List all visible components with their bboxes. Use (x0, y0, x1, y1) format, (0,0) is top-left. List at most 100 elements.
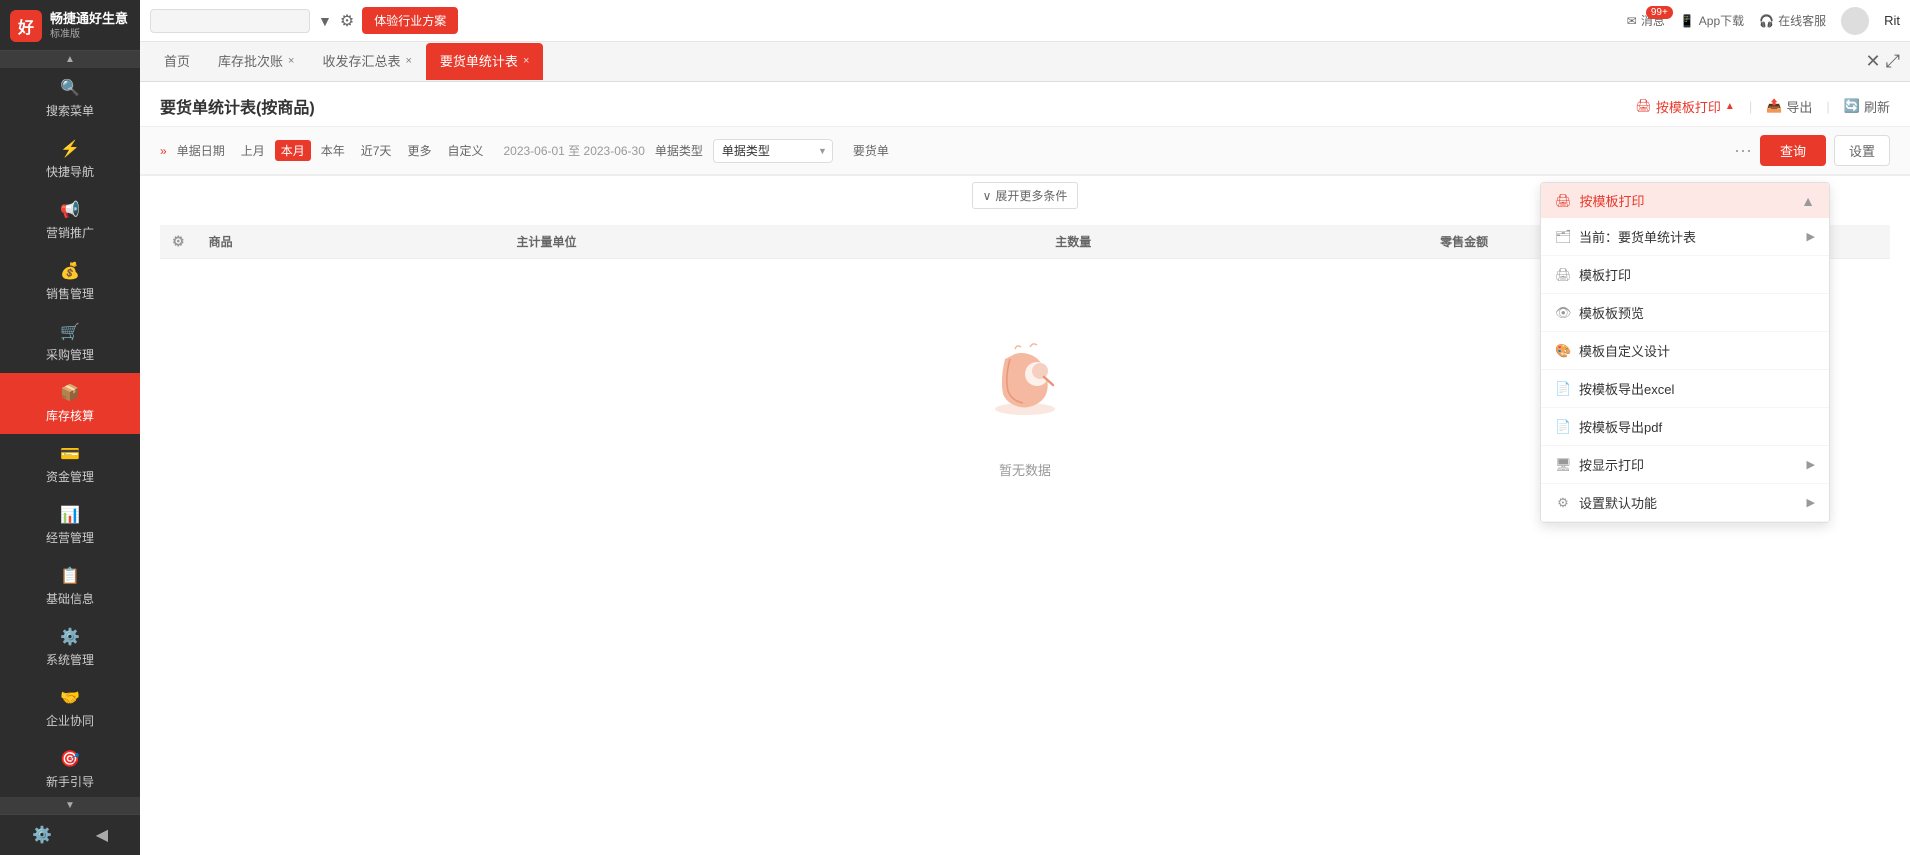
sidebar-settings-button[interactable]: ⚙️ (32, 825, 52, 845)
sidebar-item-basic[interactable]: 📋 基础信息 (0, 556, 140, 617)
sidebar-item-label: 快捷导航 (46, 163, 94, 180)
topbar-search-input[interactable] (150, 9, 310, 33)
dropdown-template-excel[interactable]: 📄 按模板导出excel (1541, 370, 1829, 408)
message-button[interactable]: ✉ 消息 99+ (1627, 12, 1665, 29)
template-preview-label: 模板板预览 (1579, 303, 1644, 322)
app-download-button[interactable]: 📱 App下载 (1680, 12, 1744, 29)
trial-btn[interactable]: 体验行业方案 (362, 7, 458, 34)
col-product-header: 商品 (197, 225, 505, 259)
template-design-label: 模板自定义设计 (1579, 341, 1670, 360)
dropdown-close-button[interactable]: ▲ (1801, 193, 1815, 209)
template-pdf-label: 按模板导出pdf (1579, 417, 1662, 436)
dropdown-template-pdf[interactable]: 📄 按模板导出pdf (1541, 408, 1829, 446)
sidebar-item-label: 采购管理 (46, 346, 94, 363)
sidebar-item-system[interactable]: ⚙️ 系统管理 (0, 617, 140, 678)
sidebar-item-label: 新手引导 (46, 773, 94, 790)
sidebar-collapse-button[interactable]: ◀ (96, 825, 108, 845)
more-options-icon[interactable]: ··· (1734, 140, 1752, 161)
sidebar-item-finance[interactable]: 💳 资金管理 (0, 434, 140, 495)
dropdown-default-setting[interactable]: ⚙ 设置默认功能 ▶ (1541, 484, 1829, 522)
print-dropdown: 🖨 按模板打印 ▲ 🗂 当前：要货单统计表 ▶ 🖨 模板打印 👁 (1540, 182, 1830, 523)
finance-icon: 💳 (60, 444, 80, 464)
print-icon: 🖨 (1635, 98, 1652, 114)
tab-close-button[interactable]: ✕ (1866, 51, 1881, 72)
tab-order-stats-label: 要货单统计表 (440, 51, 518, 70)
empty-icon (975, 329, 1075, 448)
sidebar-item-operation[interactable]: 📊 经营管理 (0, 495, 140, 556)
dropdown-template-print[interactable]: 🖨 模板打印 (1541, 256, 1829, 294)
date-current-month[interactable]: 本月 (275, 140, 311, 161)
settings-button[interactable]: 设置 (1834, 135, 1890, 166)
sidebar-item-sales[interactable]: 💰 销售管理 (0, 251, 140, 312)
app-logo: 好 畅捷通好生意 标准版 (0, 0, 140, 51)
sidebar-item-inventory[interactable]: 📦 库存核算 (0, 373, 140, 434)
avatar[interactable] (1841, 7, 1869, 35)
sidebar-item-label: 营销推广 (46, 224, 94, 241)
sidebar-item-guide[interactable]: 🎯 新手引导 (0, 739, 140, 797)
col-settings-icon[interactable]: ⚙ (172, 233, 185, 249)
printer-icon: 🖨 (1555, 193, 1572, 209)
date-custom[interactable]: 自定义 (441, 140, 489, 161)
tab-receivable-summary[interactable]: 收发存汇总表 × (308, 43, 425, 80)
sidebar-item-marketing[interactable]: 📢 营销推广 (0, 190, 140, 251)
sidebar-item-search[interactable]: 🔍 搜索菜单 (0, 68, 140, 129)
sidebar-item-collab[interactable]: 🤝 企业协同 (0, 678, 140, 739)
refresh-icon: 🔄 (1844, 98, 1860, 114)
query-button[interactable]: 查询 (1760, 135, 1826, 166)
date-last7[interactable]: 近7天 (355, 140, 398, 161)
dropdown-current-template[interactable]: 🗂 当前：要货单统计表 ▶ (1541, 218, 1829, 256)
page-actions: 🖨 按模板打印 ▲ | 📤 导出 | 🔄 刷新 (1635, 97, 1890, 116)
app-name: 畅捷通好生意 (50, 11, 128, 28)
app-download-icon: 📱 (1680, 14, 1695, 28)
export-label: 导出 (1786, 97, 1812, 116)
app-download-label: App下载 (1699, 12, 1744, 29)
dropdown-template-design[interactable]: 🎨 模板自定义设计 (1541, 332, 1829, 370)
tab-inventory-batch[interactable]: 库存批次账 × (204, 43, 308, 80)
tab-receivable-summary-close[interactable]: × (405, 55, 411, 67)
logo-icon: 好 (10, 10, 42, 42)
topbar-gear-button[interactable]: ⚙ (340, 11, 354, 31)
service-label: 在线客服 (1778, 12, 1826, 29)
default-setting-icon: ⚙ (1555, 495, 1571, 511)
template-pdf-icon: 📄 (1555, 419, 1571, 435)
template-design-icon: 🎨 (1555, 343, 1571, 359)
dropdown-template-preview[interactable]: 👁 模板板预览 (1541, 294, 1829, 332)
dropdown-display-print[interactable]: 🖥 按显示打印 ▶ (1541, 446, 1829, 484)
sidebar-item-purchase[interactable]: 🛒 采购管理 (0, 312, 140, 373)
more-conditions-button[interactable]: ∨ 展开更多条件 (972, 182, 1079, 209)
tab-inventory-batch-close[interactable]: × (288, 55, 294, 67)
print-button[interactable]: 🖨 按模板打印 ▲ (1635, 97, 1734, 116)
export-icon: 📤 (1766, 98, 1782, 114)
print-label: 按模板打印 (1656, 97, 1721, 116)
topbar-dropdown-button[interactable]: ▼ (318, 13, 332, 29)
template-excel-label: 按模板导出excel (1579, 379, 1674, 398)
sidebar-item-label: 系统管理 (46, 651, 94, 668)
sidebar-scroll-up[interactable]: ▲ (0, 51, 140, 68)
date-more[interactable]: 更多 (401, 140, 437, 161)
main-area: ▼ ⚙ 体验行业方案 ✉ 消息 99+ 📱 App下载 🎧 在线客服 Rit 首… (140, 0, 1910, 855)
tab-expand-button[interactable]: ⤢ (1886, 51, 1900, 72)
sidebar-footer: ⚙️ ◀ (0, 814, 140, 855)
refresh-button[interactable]: 🔄 刷新 (1844, 97, 1890, 116)
display-print-label: 按显示打印 (1579, 455, 1644, 474)
date-current-year[interactable]: 本年 (315, 140, 351, 161)
doc-type-select[interactable]: 单据类型 (713, 139, 833, 163)
tab-order-stats-close[interactable]: × (523, 55, 529, 67)
dropdown-title: 按模板打印 (1580, 191, 1645, 210)
message-badge: 99+ (1646, 6, 1673, 19)
col-quantity-header: 主数量 (1043, 225, 1428, 259)
export-button[interactable]: 📤 导出 (1766, 97, 1812, 116)
sidebar-item-quick-nav[interactable]: ⚡ 快捷导航 (0, 129, 140, 190)
sidebar-scroll-down[interactable]: ▼ (0, 797, 140, 814)
filter-expand-button[interactable]: » (160, 144, 167, 158)
tab-home[interactable]: 首页 (150, 43, 204, 80)
date-prev-month[interactable]: 上月 (235, 140, 271, 161)
content-area: 要货单统计表(按商品) 🖨 按模板打印 ▲ | 📤 导出 | 🔄 刷新 (140, 82, 1910, 855)
collab-icon: 🤝 (60, 688, 80, 708)
service-button[interactable]: 🎧 在线客服 (1759, 12, 1826, 29)
search-icon: 🔍 (60, 78, 80, 98)
current-template-arrow: ▶ (1807, 230, 1815, 243)
sidebar-item-label: 基础信息 (46, 590, 94, 607)
page-header: 要货单统计表(按商品) 🖨 按模板打印 ▲ | 📤 导出 | 🔄 刷新 (140, 82, 1910, 126)
tab-order-stats[interactable]: 要货单统计表 × (426, 43, 543, 80)
